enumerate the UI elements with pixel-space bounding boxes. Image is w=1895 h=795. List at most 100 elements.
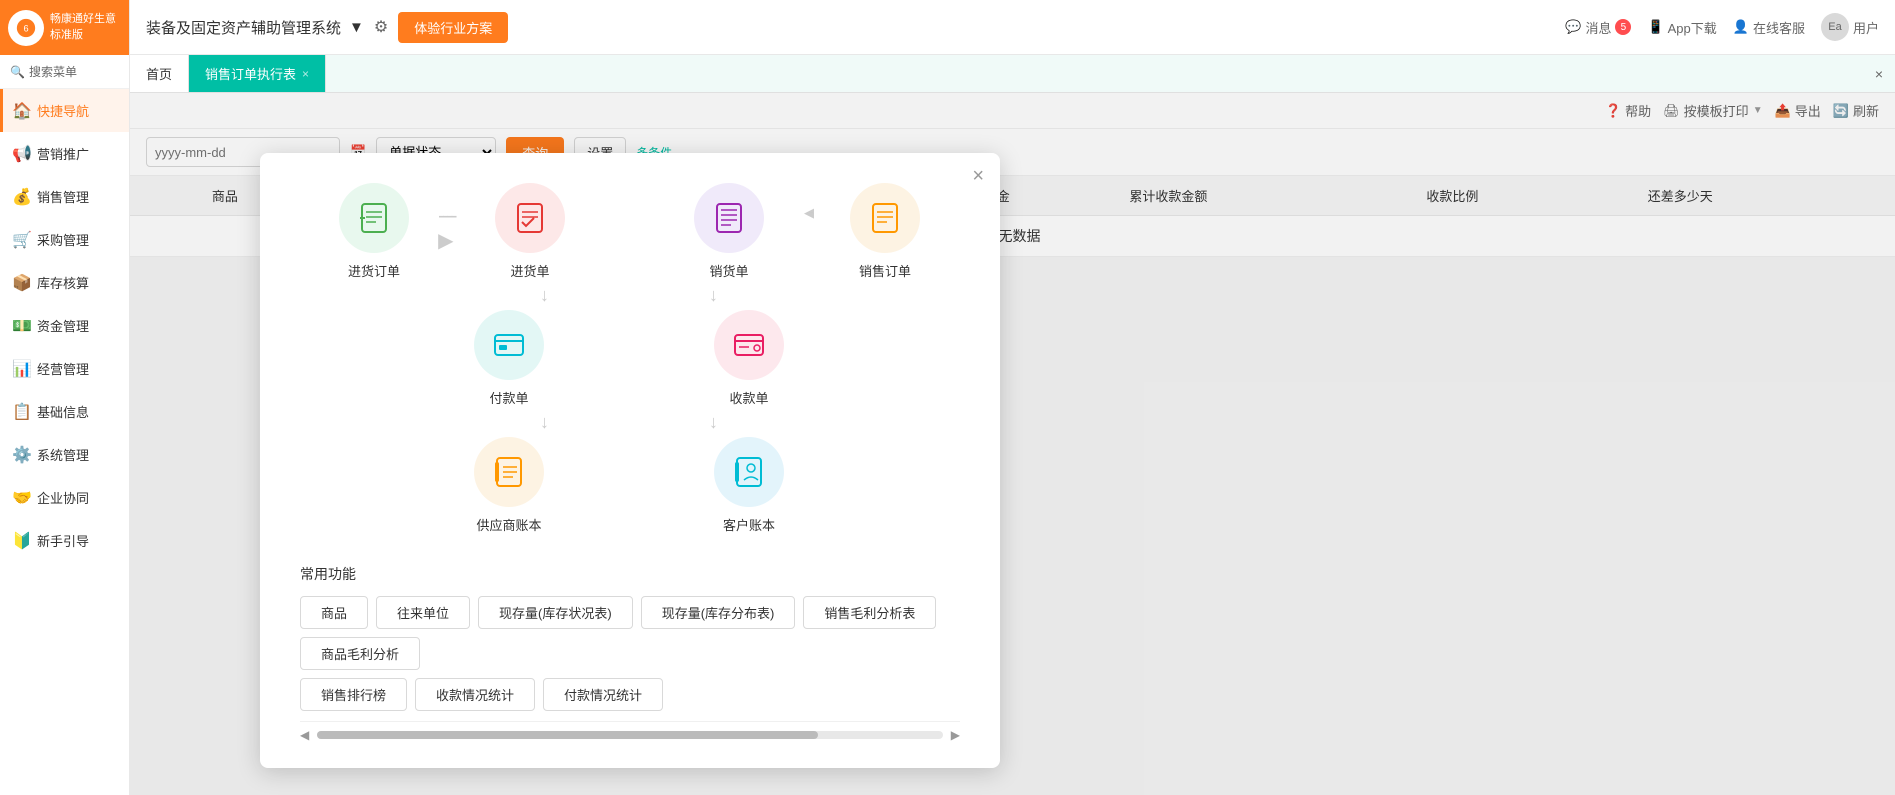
sales-bill-label: 销货单 bbox=[709, 261, 748, 280]
search-icon: 🔍 bbox=[10, 65, 25, 79]
sales-bill-icon bbox=[694, 183, 764, 253]
common-functions: 常用功能 商品 往来单位 现存量(库存状况表) 现存量(库存分布表) 销售毛利分… bbox=[300, 564, 960, 711]
quick-nav-icon: 🏠 bbox=[13, 102, 31, 120]
guide-icon: 🔰 bbox=[13, 532, 31, 550]
sidebar-logo: 6 畅康通好生意 标准版 bbox=[0, 0, 129, 55]
scroll-thumb[interactable] bbox=[317, 731, 817, 739]
tab-close-btn[interactable]: × bbox=[302, 67, 309, 81]
payment-icon bbox=[474, 310, 544, 380]
avatar: Ea bbox=[1821, 13, 1849, 41]
common-functions-title: 常用功能 bbox=[300, 564, 960, 584]
sidebar-item-marketing[interactable]: 📢 营销推广 bbox=[0, 132, 129, 175]
arrow-v2: ↓ bbox=[709, 280, 718, 310]
arrow-v4: ↓ bbox=[709, 407, 718, 437]
sales-order-label: 销售订单 bbox=[859, 261, 911, 280]
system-icon: ⚙️ bbox=[13, 446, 31, 464]
receipt-icon bbox=[714, 310, 784, 380]
logo-text: 畅康通好生意 标准版 bbox=[50, 12, 116, 43]
inventory-icon: 📦 bbox=[13, 274, 31, 292]
scroll-bar-area: ◀ ▶ bbox=[300, 721, 960, 748]
scroll-right-btn[interactable]: ▶ bbox=[951, 728, 960, 742]
sales-icon: 💰 bbox=[13, 188, 31, 206]
purchase-order-label: 进货订单 bbox=[348, 261, 400, 280]
flow-item-payment[interactable]: 付款单 bbox=[434, 310, 584, 407]
cooperation-icon: 🤝 bbox=[13, 489, 31, 507]
basic-info-icon: 📋 bbox=[13, 403, 31, 421]
sidebar-item-finance[interactable]: 💵 资金管理 bbox=[0, 304, 129, 347]
receipt-label: 收款单 bbox=[729, 388, 768, 407]
sidebar-item-purchase[interactable]: 🛒 采购管理 bbox=[0, 218, 129, 261]
content-area: ❓ 帮助 🖨 按模板打印 ▼ 📤 导出 🔄 刷新 bbox=[130, 93, 1895, 795]
func-btn-payment-stat[interactable]: 付款情况统计 bbox=[543, 678, 663, 711]
sidebar-item-basic-info[interactable]: 📋 基础信息 bbox=[0, 390, 129, 433]
tab-sales-order[interactable]: 销售订单执行表 × bbox=[189, 55, 326, 92]
scroll-left-btn[interactable]: ◀ bbox=[300, 728, 309, 742]
customer-ledger-icon bbox=[714, 437, 784, 507]
sidebar-item-sales[interactable]: 💰 销售管理 bbox=[0, 175, 129, 218]
search-menu[interactable]: 🔍 搜索菜单 bbox=[0, 55, 129, 89]
message-badge: 5 bbox=[1615, 19, 1631, 35]
sales-order-icon bbox=[850, 183, 920, 253]
flow-item-supplier-ledger[interactable]: 供应商账本 bbox=[434, 437, 584, 534]
message-icon: 💬 bbox=[1565, 19, 1581, 35]
online-service-btn[interactable]: 👤 在线客服 bbox=[1733, 18, 1805, 37]
sidebar: 6 畅康通好生意 标准版 🔍 搜索菜单 🏠 快捷导航 📢 营销推广 💰 销售管理 bbox=[0, 0, 130, 795]
sidebar-item-quick-nav[interactable]: 🏠 快捷导航 bbox=[0, 89, 129, 132]
svg-text:6: 6 bbox=[23, 23, 28, 33]
scroll-track bbox=[317, 731, 943, 739]
logo-icon: 6 bbox=[8, 10, 44, 46]
func-btn-stock-status[interactable]: 现存量(库存状况表) bbox=[478, 596, 633, 629]
supplier-ledger-label: 供应商账本 bbox=[476, 515, 541, 534]
system-title-dropdown[interactable]: ▼ bbox=[349, 19, 364, 36]
system-title-area: 装备及固定资产辅助管理系统 ▼ bbox=[146, 17, 364, 38]
operations-icon: 📊 bbox=[13, 360, 31, 378]
top-header: 装备及固定资产辅助管理系统 ▼ ⚙ 体验行业方案 💬 消息 5 📱 App下载 … bbox=[130, 0, 1895, 55]
sidebar-item-guide[interactable]: 🔰 新手引导 bbox=[0, 519, 129, 562]
main-area: 装备及固定资产辅助管理系统 ▼ ⚙ 体验行业方案 💬 消息 5 📱 App下载 … bbox=[130, 0, 1895, 795]
func-btn-counterpart[interactable]: 往来单位 bbox=[376, 596, 470, 629]
flow-item-purchase-bill[interactable]: 进货单 bbox=[456, 183, 604, 280]
func-btn-stock-dist[interactable]: 现存量(库存分布表) bbox=[641, 596, 796, 629]
purchase-bill-icon bbox=[495, 183, 565, 253]
purchase-order-icon bbox=[339, 183, 409, 253]
message-btn[interactable]: 💬 消息 5 bbox=[1565, 18, 1631, 37]
func-btn-receipt-stat[interactable]: 收款情况统计 bbox=[415, 678, 535, 711]
tab-bar-close[interactable]: × bbox=[1863, 55, 1895, 92]
supplier-ledger-icon bbox=[474, 437, 544, 507]
service-icon: 👤 bbox=[1733, 19, 1749, 35]
tab-bar: 首页 销售订单执行表 × × bbox=[130, 55, 1895, 93]
header-actions: 💬 消息 5 📱 App下载 👤 在线客服 Ea 用户 bbox=[1565, 13, 1879, 41]
system-title: 装备及固定资产辅助管理系统 bbox=[146, 17, 341, 38]
func-btn-sales-rank[interactable]: 销售排行榜 bbox=[300, 678, 407, 711]
marketing-icon: 📢 bbox=[13, 145, 31, 163]
func-btn-product[interactable]: 商品 bbox=[300, 596, 368, 629]
download-icon: 📱 bbox=[1647, 19, 1663, 35]
sidebar-item-inventory[interactable]: 📦 库存核算 bbox=[0, 261, 129, 304]
purchase-icon: 🛒 bbox=[13, 231, 31, 249]
app-download-btn[interactable]: 📱 App下载 bbox=[1647, 18, 1716, 37]
settings-icon[interactable]: ⚙ bbox=[374, 17, 388, 37]
flow-item-purchase-order[interactable]: 进货订单 bbox=[300, 183, 448, 280]
func-btn-product-margin[interactable]: 商品毛利分析 bbox=[300, 637, 420, 670]
modal-close-btn[interactable]: × bbox=[972, 165, 984, 188]
sidebar-nav: 🏠 快捷导航 📢 营销推广 💰 销售管理 🛒 采购管理 📦 库存核算 💵 bbox=[0, 89, 129, 795]
sidebar-item-system[interactable]: ⚙️ 系统管理 bbox=[0, 433, 129, 476]
sidebar-item-operations[interactable]: 📊 经营管理 bbox=[0, 347, 129, 390]
func-buttons-row1: 商品 往来单位 现存量(库存状况表) 现存量(库存分布表) 销售毛利分析表 商品… bbox=[300, 596, 960, 670]
flow-item-sales-bill[interactable]: 销货单 bbox=[654, 183, 804, 280]
customer-ledger-label: 客户账本 bbox=[723, 515, 775, 534]
func-btn-sales-margin[interactable]: 销售毛利分析表 bbox=[803, 596, 936, 629]
flow-item-receipt[interactable]: 收款单 bbox=[674, 310, 824, 407]
user-menu[interactable]: Ea 用户 bbox=[1821, 13, 1879, 41]
flow-item-customer-ledger[interactable]: 客户账本 bbox=[674, 437, 824, 534]
experience-btn[interactable]: 体验行业方案 bbox=[398, 12, 508, 43]
arrow-v1: ↓ bbox=[540, 280, 549, 310]
sidebar-item-cooperation[interactable]: 🤝 企业协同 bbox=[0, 476, 129, 519]
func-buttons-row2: 销售排行榜 收款情况统计 付款情况统计 bbox=[300, 678, 960, 711]
flow-item-sales-order[interactable]: 销售订单 bbox=[810, 183, 960, 280]
tab-home[interactable]: 首页 bbox=[130, 55, 189, 92]
payment-label: 付款单 bbox=[489, 388, 528, 407]
purchase-bill-label: 进货单 bbox=[510, 261, 549, 280]
finance-icon: 💵 bbox=[13, 317, 31, 335]
modal-overlay[interactable]: × 进货订单 bbox=[130, 93, 1895, 795]
